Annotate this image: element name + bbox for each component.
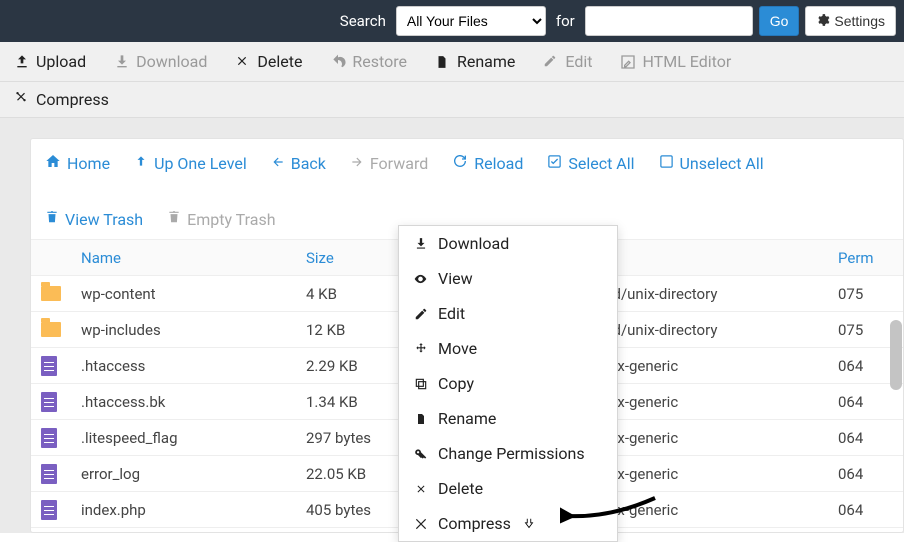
- scrollbar[interactable]: [890, 320, 902, 390]
- search-input[interactable]: [585, 6, 753, 36]
- x-icon: [413, 483, 428, 495]
- empty-square-icon: [659, 154, 674, 173]
- file-icon: [41, 356, 57, 376]
- pencil-icon: [413, 307, 428, 321]
- view-trash-link[interactable]: View Trash: [45, 209, 143, 229]
- file-perm: 064: [838, 501, 893, 519]
- file-icon: [41, 464, 57, 484]
- file-name: error_log: [81, 465, 306, 483]
- move-icon: [413, 342, 428, 356]
- file-icon: [41, 500, 57, 520]
- ctx-change-permissions[interactable]: Change Permissions: [399, 436, 617, 471]
- file-perm: 064: [838, 393, 893, 411]
- folder-icon: [41, 286, 61, 301]
- context-menu: Download View Edit Move Copy Rename Chan…: [398, 225, 618, 542]
- file-type: text/x-generic: [586, 501, 838, 519]
- copy-icon: [413, 377, 428, 391]
- file-type: text/x-generic: [586, 465, 838, 483]
- file-type: httpd/unix-directory: [586, 285, 838, 303]
- search-label: Search: [340, 12, 386, 30]
- file-perm: 064: [838, 429, 893, 447]
- delete-button[interactable]: Delete: [235, 52, 302, 71]
- file-name: .htaccess: [81, 357, 306, 375]
- file-name: index.php: [81, 501, 306, 519]
- file-type: text/x-generic: [586, 357, 838, 375]
- arrow-left-icon: [271, 154, 285, 173]
- col-name-header[interactable]: Name: [81, 249, 306, 267]
- upload-button[interactable]: Upload: [14, 52, 86, 71]
- upload-icon: [14, 54, 30, 70]
- settings-button[interactable]: Settings: [805, 6, 896, 36]
- reload-icon: [452, 153, 468, 173]
- html-edit-icon: [620, 54, 636, 70]
- file-icon: [435, 54, 451, 70]
- file-icon: [41, 392, 57, 412]
- ctx-download[interactable]: Download: [399, 226, 617, 261]
- search-scope-select[interactable]: All Your Files: [396, 6, 546, 36]
- ctx-view[interactable]: View: [399, 261, 617, 296]
- download-icon: [114, 54, 130, 70]
- forward-link[interactable]: Forward: [350, 153, 428, 173]
- restore-button[interactable]: Restore: [330, 52, 407, 71]
- file-perm: 075: [838, 285, 893, 303]
- check-square-icon: [547, 154, 562, 173]
- download-button[interactable]: Download: [114, 52, 207, 71]
- for-label: for: [556, 12, 575, 30]
- compress-icon: [14, 92, 30, 108]
- x-icon: [235, 54, 251, 70]
- html-editor-button[interactable]: HTML Editor: [620, 52, 731, 71]
- file-perm: 064: [838, 465, 893, 483]
- home-icon: [45, 153, 61, 173]
- file-name: .htaccess.bk: [81, 393, 306, 411]
- ctx-edit[interactable]: Edit: [399, 296, 617, 331]
- file-name: .litespeed_flag: [81, 429, 306, 447]
- up-one-level-link[interactable]: Up One Level: [134, 153, 247, 173]
- empty-trash-link[interactable]: Empty Trash: [167, 209, 275, 229]
- file-type: text/x-generic: [586, 429, 838, 447]
- main-toolbar: Upload Download Delete Restore Rename Ed…: [0, 42, 904, 82]
- top-search-bar: Search All Your Files for Go Settings: [0, 0, 904, 42]
- file-icon: [41, 428, 57, 448]
- ctx-copy[interactable]: Copy: [399, 366, 617, 401]
- ctx-move[interactable]: Move: [399, 331, 617, 366]
- trash-icon: [167, 209, 181, 229]
- file-icon: [413, 412, 428, 426]
- file-name: wp-content: [81, 285, 306, 303]
- home-link[interactable]: Home: [45, 153, 110, 173]
- reload-link[interactable]: Reload: [452, 153, 523, 173]
- edit-button[interactable]: Edit: [543, 52, 592, 71]
- download-icon: [413, 237, 428, 251]
- select-all-link[interactable]: Select All: [547, 153, 634, 173]
- undo-icon: [330, 54, 346, 70]
- ctx-rename[interactable]: Rename: [399, 401, 617, 436]
- arrow-up-icon: [134, 153, 148, 173]
- file-type: httpd/unix-directory: [586, 321, 838, 339]
- secondary-toolbar: Compress: [0, 82, 904, 118]
- trash-icon: [45, 209, 59, 229]
- file-perm: 064: [838, 357, 893, 375]
- compress-button[interactable]: Compress: [14, 90, 109, 109]
- gear-icon: [816, 13, 830, 30]
- back-link[interactable]: Back: [271, 153, 326, 173]
- col-type-header[interactable]: Type: [586, 249, 838, 267]
- folder-icon: [41, 322, 61, 337]
- file-name: wp-includes: [81, 321, 306, 339]
- eye-icon: [413, 272, 428, 286]
- ctx-delete[interactable]: Delete: [399, 471, 617, 506]
- pencil-icon: [543, 54, 559, 70]
- unselect-all-link[interactable]: Unselect All: [659, 153, 764, 173]
- ctx-compress[interactable]: Compress: [399, 506, 617, 541]
- go-button[interactable]: Go: [759, 6, 800, 36]
- file-perm: 075: [838, 321, 893, 339]
- rename-button[interactable]: Rename: [435, 52, 515, 71]
- col-perm-header[interactable]: Perm: [838, 249, 893, 267]
- compress-icon: [413, 517, 428, 531]
- key-icon: [413, 447, 428, 461]
- arrow-right-icon: [350, 154, 364, 173]
- file-type: text/x-generic: [586, 393, 838, 411]
